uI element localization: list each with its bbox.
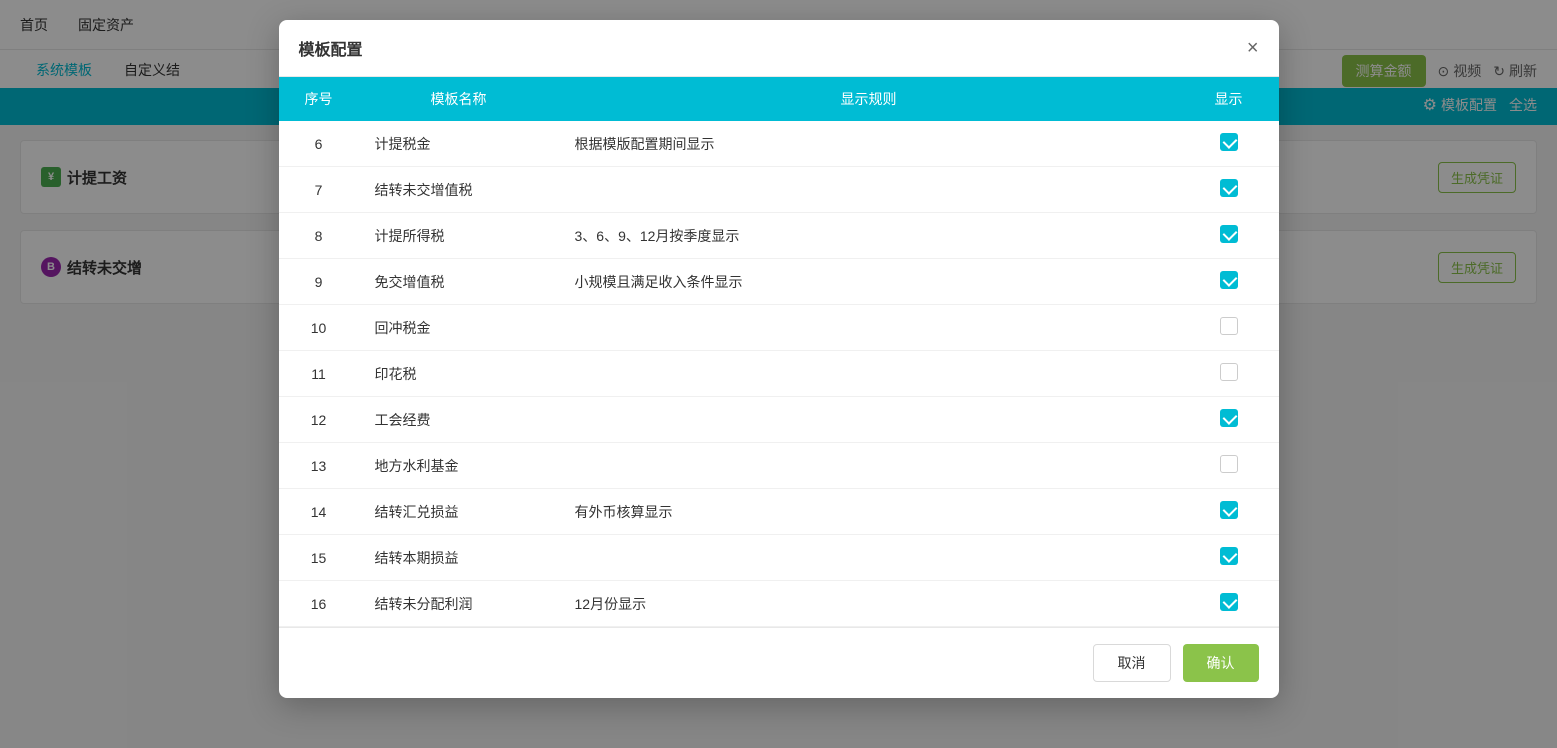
cell-rule-0: 根据模版配置期间显示	[559, 121, 1179, 167]
cell-name-3: 免交增值税	[359, 259, 559, 305]
table-row: 16结转未分配利润12月份显示	[279, 581, 1279, 627]
cell-name-4: 回冲税金	[359, 305, 559, 351]
cell-name-5: 印花税	[359, 351, 559, 397]
modal-template-config: 模板配置 × 序号 模板名称 显示规则 显示 6计提税金根据模版配置期间显示7结…	[279, 20, 1279, 698]
config-table: 序号 模板名称 显示规则 显示 6计提税金根据模版配置期间显示7结转未交增值税8…	[279, 77, 1279, 627]
cell-name-0: 计提税金	[359, 121, 559, 167]
cell-rule-5	[559, 351, 1179, 397]
cell-rule-10: 12月份显示	[559, 581, 1179, 627]
checkbox-checked-6[interactable]	[1220, 409, 1238, 427]
table-row: 15结转本期损益	[279, 535, 1279, 581]
cell-rule-4	[559, 305, 1179, 351]
modal-overlay: 模板配置 × 序号 模板名称 显示规则 显示 6计提税金根据模版配置期间显示7结…	[0, 0, 1557, 748]
modal-close-button[interactable]: ×	[1247, 38, 1259, 58]
checkbox-unchecked-7[interactable]	[1220, 455, 1238, 473]
cell-seq-0: 6	[279, 121, 359, 167]
checkbox-unchecked-5[interactable]	[1220, 363, 1238, 381]
cell-show-5[interactable]	[1179, 351, 1279, 397]
cell-seq-9: 15	[279, 535, 359, 581]
confirm-button[interactable]: 确认	[1183, 644, 1259, 682]
cell-seq-7: 13	[279, 443, 359, 489]
table-row: 13地方水利基金	[279, 443, 1279, 489]
cell-seq-5: 11	[279, 351, 359, 397]
cell-name-1: 结转未交增值税	[359, 167, 559, 213]
cell-show-8[interactable]	[1179, 489, 1279, 535]
modal-title: 模板配置	[299, 36, 363, 60]
table-row: 12工会经费	[279, 397, 1279, 443]
cell-rule-7	[559, 443, 1179, 489]
cell-rule-9	[559, 535, 1179, 581]
checkbox-checked-0[interactable]	[1220, 133, 1238, 151]
cell-name-10: 结转未分配利润	[359, 581, 559, 627]
table-row: 14结转汇兑损益有外币核算显示	[279, 489, 1279, 535]
cell-rule-6	[559, 397, 1179, 443]
cell-show-9[interactable]	[1179, 535, 1279, 581]
cell-seq-1: 7	[279, 167, 359, 213]
cell-name-6: 工会经费	[359, 397, 559, 443]
cell-show-1[interactable]	[1179, 167, 1279, 213]
checkbox-checked-10[interactable]	[1220, 593, 1238, 611]
cell-show-0[interactable]	[1179, 121, 1279, 167]
table-row: 10回冲税金	[279, 305, 1279, 351]
cell-rule-2: 3、6、9、12月按季度显示	[559, 213, 1179, 259]
modal-header: 模板配置 ×	[279, 20, 1279, 77]
th-seq: 序号	[279, 77, 359, 121]
cell-seq-6: 12	[279, 397, 359, 443]
modal-body: 序号 模板名称 显示规则 显示 6计提税金根据模版配置期间显示7结转未交增值税8…	[279, 77, 1279, 627]
cell-show-2[interactable]	[1179, 213, 1279, 259]
cell-rule-1	[559, 167, 1179, 213]
cell-name-8: 结转汇兑损益	[359, 489, 559, 535]
table-row: 8计提所得税3、6、9、12月按季度显示	[279, 213, 1279, 259]
th-show: 显示	[1179, 77, 1279, 121]
cell-rule-8: 有外币核算显示	[559, 489, 1179, 535]
cell-rule-3: 小规模且满足收入条件显示	[559, 259, 1179, 305]
table-row: 6计提税金根据模版配置期间显示	[279, 121, 1279, 167]
modal-footer: 取消 确认	[279, 627, 1279, 698]
cell-show-10[interactable]	[1179, 581, 1279, 627]
checkbox-checked-3[interactable]	[1220, 271, 1238, 289]
table-row: 7结转未交增值税	[279, 167, 1279, 213]
cell-seq-10: 16	[279, 581, 359, 627]
cell-seq-3: 9	[279, 259, 359, 305]
checkbox-checked-2[interactable]	[1220, 225, 1238, 243]
table-row: 9免交增值税小规模且满足收入条件显示	[279, 259, 1279, 305]
checkbox-checked-1[interactable]	[1220, 179, 1238, 197]
cell-seq-4: 10	[279, 305, 359, 351]
cell-seq-2: 8	[279, 213, 359, 259]
cell-show-4[interactable]	[1179, 305, 1279, 351]
cell-show-3[interactable]	[1179, 259, 1279, 305]
cancel-button[interactable]: 取消	[1093, 644, 1171, 682]
cell-name-2: 计提所得税	[359, 213, 559, 259]
th-rule: 显示规则	[559, 77, 1179, 121]
cell-show-7[interactable]	[1179, 443, 1279, 489]
cell-name-9: 结转本期损益	[359, 535, 559, 581]
cell-seq-8: 14	[279, 489, 359, 535]
cell-show-6[interactable]	[1179, 397, 1279, 443]
th-name: 模板名称	[359, 77, 559, 121]
checkbox-checked-9[interactable]	[1220, 547, 1238, 565]
cell-name-7: 地方水利基金	[359, 443, 559, 489]
checkbox-checked-8[interactable]	[1220, 501, 1238, 519]
table-row: 11印花税	[279, 351, 1279, 397]
checkbox-unchecked-4[interactable]	[1220, 317, 1238, 335]
